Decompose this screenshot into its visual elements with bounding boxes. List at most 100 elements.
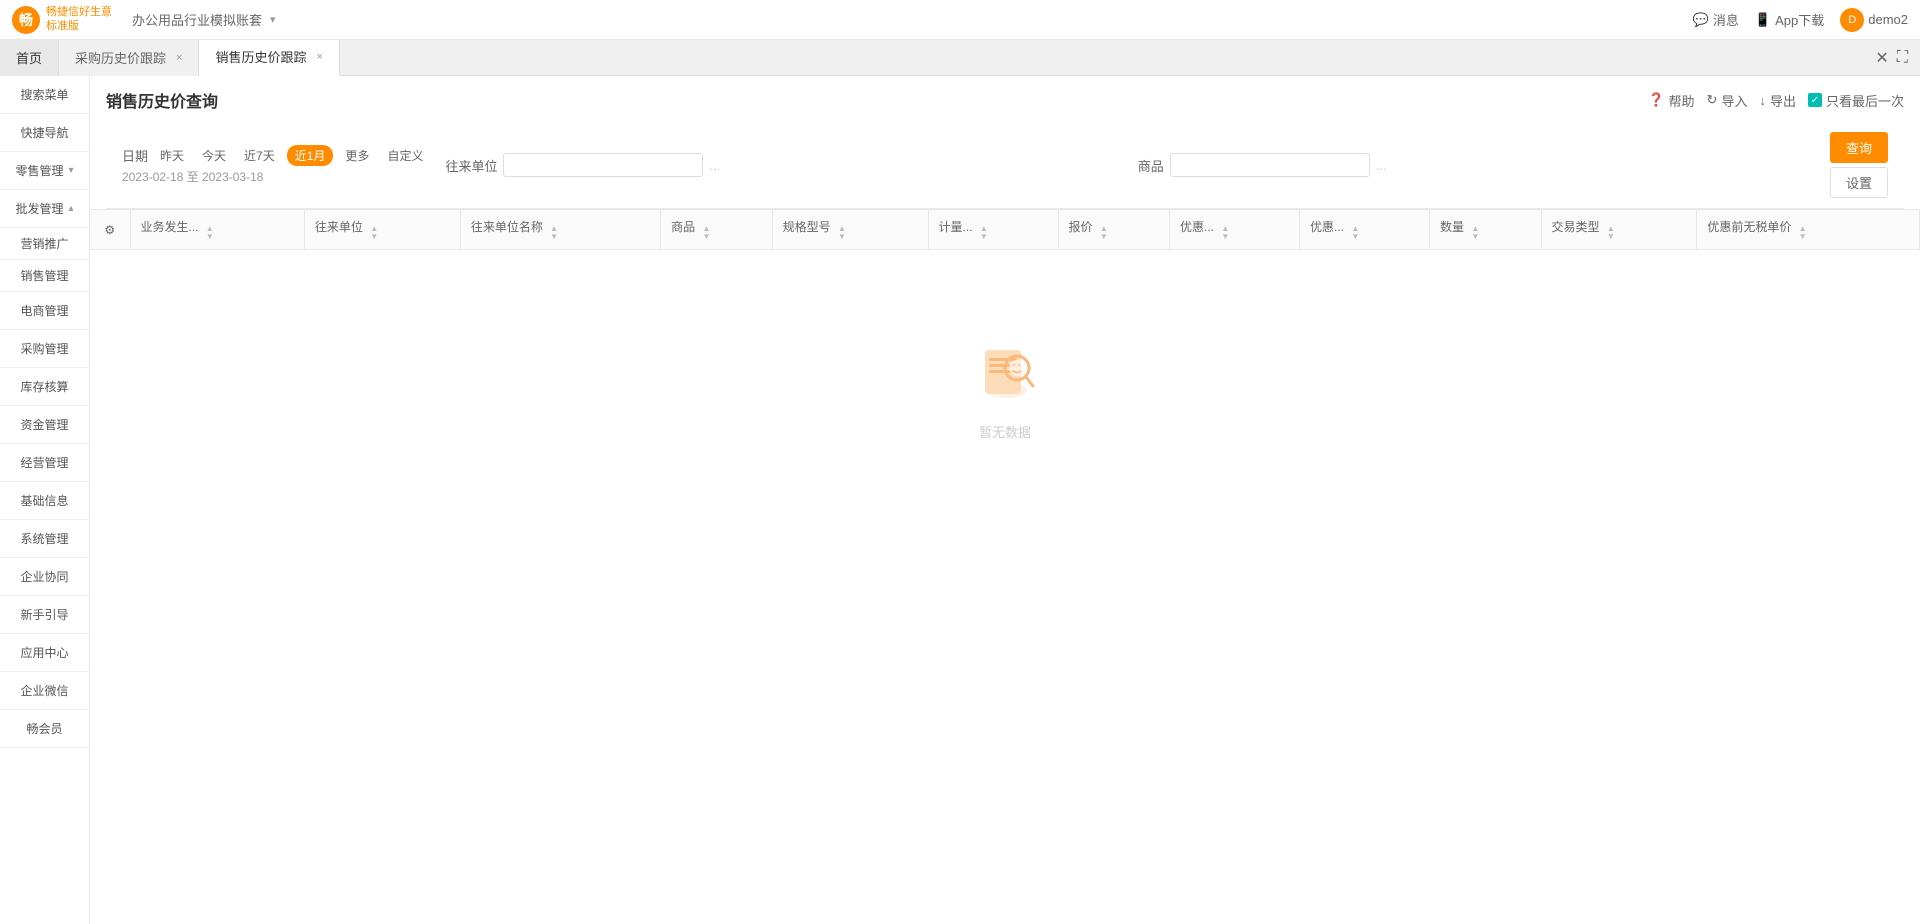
sidebar-item-ecommerce-mgmt[interactable]: 电商管理 <box>0 292 89 330</box>
only-last-checkbox[interactable]: ✓ <box>1808 93 1822 107</box>
sidebar-item-quick-nav[interactable]: 快捷导航 <box>0 114 89 152</box>
sidebar-item-vip[interactable]: 畅会员 <box>0 710 89 748</box>
sidebar-item-wholesale-mgmt[interactable]: 批发管理 ▴ <box>0 190 89 228</box>
message-btn[interactable]: 💬 消息 <box>1693 10 1739 29</box>
sort-arrows-goods: ▲▼ <box>702 225 710 241</box>
sidebar-item-app-center[interactable]: 应用中心 <box>0 634 89 672</box>
topbar: 畅 畅捷信好生意 标准版 办公用品行业模拟账套 ▾ 💬 消息 📱 App下载 D… <box>0 0 1920 40</box>
date-option-custom[interactable]: 自定义 <box>381 145 429 166</box>
export-icon: ↓ <box>1759 93 1766 108</box>
partner-dots[interactable]: ... <box>709 158 720 173</box>
app-download-btn[interactable]: 📱 App下载 <box>1755 10 1824 29</box>
sidebar-item-search-menu[interactable]: 搜索菜单 <box>0 76 89 114</box>
help-btn[interactable]: ❓ 帮助 <box>1648 91 1694 110</box>
business-mgmt-label: 经营管理 <box>20 454 68 471</box>
retail-mgmt-label: 零售管理 <box>15 162 63 179</box>
marketing-label: 营销推广 <box>20 237 68 251</box>
table-col-spec[interactable]: 规格型号 ▲▼ <box>772 210 928 250</box>
tab-home[interactable]: 首页 <box>0 40 59 76</box>
user-area[interactable]: D demo2 <box>1840 8 1908 32</box>
sort-arrows-unit: ▲▼ <box>980 225 988 241</box>
basic-info-label: 基础信息 <box>20 492 68 509</box>
page-title: 销售历史价查询 <box>106 88 218 112</box>
main-layout: 搜索菜单 快捷导航 零售管理 ▾ 批发管理 ▴ 营销推广 销售管理 电商管理 采… <box>0 76 1920 924</box>
only-last-label: 只看最后一次 <box>1826 91 1904 110</box>
import-btn[interactable]: ↻ 导入 <box>1707 91 1748 110</box>
table-col-biz-date[interactable]: 业务发生... ▲▼ <box>130 210 304 250</box>
tabbar-actions: ✕ ⛶ <box>1863 48 1920 68</box>
logo-area: 畅 畅捷信好生意 标准版 <box>12 6 112 34</box>
finance-mgmt-label: 资金管理 <box>20 416 68 433</box>
page-actions: ❓ 帮助 ↻ 导入 ↓ 导出 ✓ 只看最后一次 <box>1648 91 1904 110</box>
table-col-trade-type[interactable]: 交易类型 ▲▼ <box>1541 210 1697 250</box>
sidebar-item-new-guide[interactable]: 新手引导 <box>0 596 89 634</box>
app-center-label: 应用中心 <box>20 644 68 661</box>
settings-button[interactable]: 设置 <box>1830 167 1888 198</box>
sidebar-item-system-mgmt[interactable]: 系统管理 <box>0 520 89 558</box>
sort-arrows-spec: ▲▼ <box>838 225 846 241</box>
goods-input[interactable] <box>1170 153 1370 177</box>
table-col-partner-code[interactable]: 往来单位 ▲▼ <box>304 210 460 250</box>
table-col-quantity[interactable]: 数量 ▲▼ <box>1430 210 1542 250</box>
sidebar-item-inventory[interactable]: 库存核算 <box>0 368 89 406</box>
search-button[interactable]: 查询 <box>1830 132 1888 163</box>
date-option-yesterday[interactable]: 昨天 <box>154 145 190 166</box>
enterprise-wechat-label: 企业微信 <box>20 682 68 699</box>
table-col-discount1[interactable]: 优惠... ▲▼ <box>1170 210 1300 250</box>
sidebar-item-business-mgmt[interactable]: 经营管理 <box>0 444 89 482</box>
sidebar-item-purchase-mgmt[interactable]: 采购管理 <box>0 330 89 368</box>
table-col-settings[interactable]: ⚙ <box>90 210 130 250</box>
goods-dots[interactable]: ... <box>1376 158 1387 173</box>
date-option-more[interactable]: 更多 <box>339 145 375 166</box>
partner-input[interactable] <box>503 153 703 177</box>
sort-arrows-discount1: ▲▼ <box>1221 225 1229 241</box>
export-btn[interactable]: ↓ 导出 <box>1759 91 1796 110</box>
tab-purchase-history-label: 采购历史价跟踪 <box>75 48 166 67</box>
enterprise-coop-label: 企业协同 <box>20 568 68 585</box>
date-option-last1month[interactable]: 近1月 <box>287 145 334 166</box>
table-col-tax-free-price[interactable]: 优惠前无税单价 ▲▼ <box>1697 210 1920 250</box>
app-icon: 📱 <box>1755 12 1771 28</box>
only-last-check[interactable]: ✓ 只看最后一次 <box>1808 91 1904 110</box>
table-col-quote[interactable]: 报价 ▲▼ <box>1058 210 1170 250</box>
sidebar-item-marketing[interactable]: 营销推广 <box>0 228 89 260</box>
topbar-left: 畅 畅捷信好生意 标准版 办公用品行业模拟账套 ▾ <box>12 6 276 34</box>
empty-text: 暂无数据 <box>979 422 1031 441</box>
sidebar-item-sales-mgmt[interactable]: 销售管理 <box>0 260 89 292</box>
tab-purchase-history-close[interactable]: × <box>176 52 182 64</box>
close-window-btn[interactable]: ✕ <box>1875 48 1888 68</box>
message-icon: 💬 <box>1693 12 1709 28</box>
wholesale-mgmt-arrow: ▴ <box>68 203 73 214</box>
table-col-partner-name[interactable]: 往来单位名称 ▲▼ <box>460 210 660 250</box>
tab-sales-history[interactable]: 销售历史价跟踪 × <box>199 40 339 76</box>
date-label: 日期 <box>122 146 148 165</box>
system-mgmt-label: 系统管理 <box>20 530 68 547</box>
sidebar-item-retail-mgmt[interactable]: 零售管理 ▾ <box>0 152 89 190</box>
date-option-last7days[interactable]: 近7天 <box>238 145 281 166</box>
goods-label: 商品 <box>1138 156 1164 175</box>
maximize-window-btn[interactable]: ⛶ <box>1897 49 1908 67</box>
tab-purchase-history[interactable]: 采购历史价跟踪 × <box>59 40 199 76</box>
action-btn-group: 查询 设置 <box>1830 132 1888 198</box>
date-option-today[interactable]: 今天 <box>196 145 232 166</box>
inventory-label: 库存核算 <box>20 378 68 395</box>
topbar-dropdown-icon[interactable]: ▾ <box>270 13 276 26</box>
ecommerce-mgmt-label: 电商管理 <box>20 302 68 319</box>
table-col-discount2[interactable]: 优惠... ▲▼ <box>1300 210 1430 250</box>
partner-label: 往来单位 <box>445 156 497 175</box>
table-col-unit[interactable]: 计量... ▲▼ <box>928 210 1058 250</box>
sidebar-item-finance-mgmt[interactable]: 资金管理 <box>0 406 89 444</box>
date-filter: 日期 昨天 今天 近7天 近1月 更多 自定义 2023-02-18 至 202… <box>122 145 429 185</box>
sidebar-item-basic-info[interactable]: 基础信息 <box>0 482 89 520</box>
sales-mgmt-label: 销售管理 <box>20 269 68 283</box>
sidebar-item-enterprise-wechat[interactable]: 企业微信 <box>0 672 89 710</box>
tab-home-label: 首页 <box>16 48 42 67</box>
table-col-goods[interactable]: 商品 ▲▼ <box>661 210 773 250</box>
content-area: 销售历史价查询 ❓ 帮助 ↻ 导入 ↓ 导出 ✓ <box>90 76 1920 924</box>
table-settings-icon[interactable]: ⚙ <box>104 223 115 237</box>
logo-text: 畅捷信好生意 标准版 <box>46 6 112 32</box>
sidebar-item-enterprise-coop[interactable]: 企业协同 <box>0 558 89 596</box>
tabbar: 首页 采购历史价跟踪 × 销售历史价跟踪 × ✕ ⛶ <box>0 40 1920 76</box>
tab-sales-history-close[interactable]: × <box>316 51 322 63</box>
table-header-row: ⚙ 业务发生... ▲▼ 往来单位 ▲▼ 往来单位名称 ▲▼ <box>90 210 1920 250</box>
